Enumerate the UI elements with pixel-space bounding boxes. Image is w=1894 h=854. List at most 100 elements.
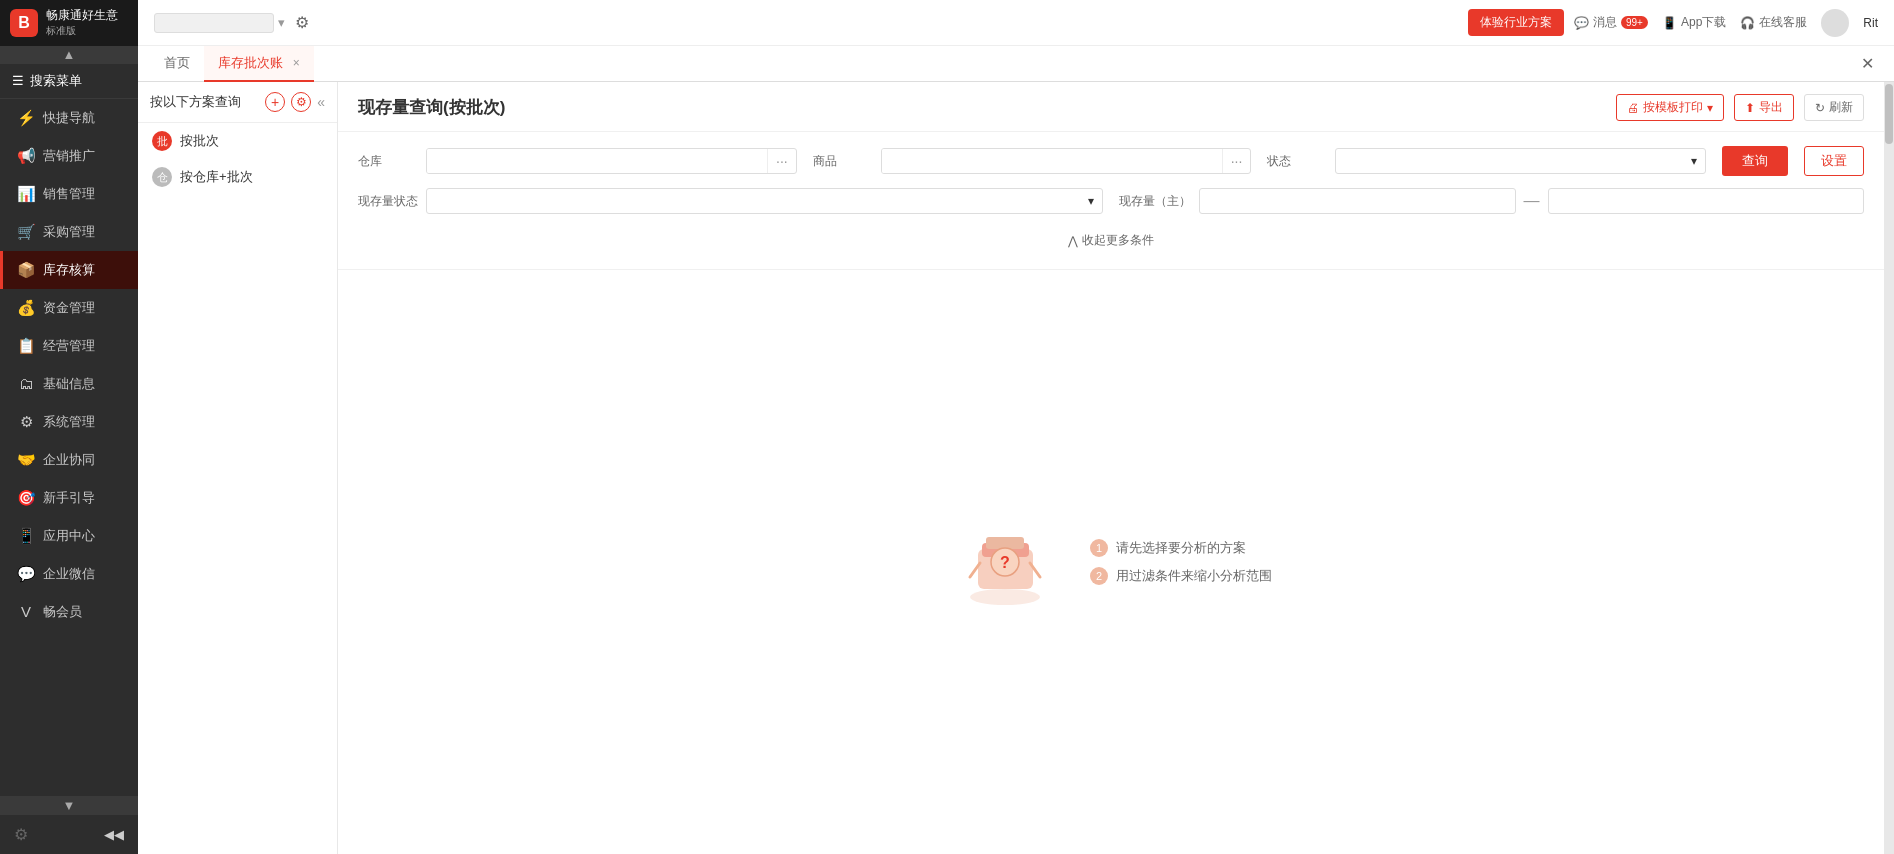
search-icon: ☰ <box>12 73 24 88</box>
sidebar-item-marketing[interactable]: 📢 营销推广 <box>0 137 138 175</box>
plus-icon: + <box>271 95 279 109</box>
main-content: 现存量查询(按批次) 🖨 按模板打印 ▾ ⬆ 导出 ↻ 刷新 <box>338 82 1884 854</box>
page-title: 现存量查询(按批次) <box>358 96 505 119</box>
collapse-conditions-button[interactable]: ⋀ 收起更多条件 <box>358 226 1864 255</box>
tab-close-icon[interactable]: × <box>293 56 300 70</box>
query-button[interactable]: 查询 <box>1722 146 1788 176</box>
messages-group[interactable]: 💬 消息 99+ <box>1574 14 1648 31</box>
status-label: 状态 <box>1267 153 1327 170</box>
filter-item-warehouse-batch[interactable]: 仓 按仓库+批次 <box>138 159 337 195</box>
scrollbar-thumb <box>1885 84 1893 144</box>
sidebar-item-quick-nav[interactable]: ⚡ 快捷导航 <box>0 99 138 137</box>
filter-panel-header: 按以下方案查询 + ⚙ « <box>138 82 337 123</box>
purchase-icon: 🛒 <box>17 223 35 241</box>
sidebar-scroll-down[interactable]: ▼ <box>0 796 138 814</box>
settings-button[interactable]: 设置 <box>1804 146 1864 176</box>
topbar-gear-icon[interactable]: ⚙ <box>295 13 309 32</box>
empty-tip-1: 1 请先选择要分析的方案 <box>1090 539 1272 557</box>
stock-qty-label: 现存量（主） <box>1119 193 1191 210</box>
page-close-button[interactable]: ✕ <box>1853 54 1882 73</box>
sidebar-item-label: 系统管理 <box>43 413 95 431</box>
goods-field: 商品 ··· <box>813 148 1252 174</box>
sidebar-item-operations[interactable]: 📋 经营管理 <box>0 327 138 365</box>
enterprise-icon: 🤝 <box>17 451 35 469</box>
breadcrumb-input[interactable] <box>154 13 274 33</box>
collapse-chevron-icon: ⋀ <box>1068 234 1078 248</box>
filter-item-batch[interactable]: 批 按批次 <box>138 123 337 159</box>
sales-icon: 📊 <box>17 185 35 203</box>
stock-status-field: 现存量状态 ▾ <box>358 188 1103 214</box>
collapse-conditions-label: 收起更多条件 <box>1082 232 1154 249</box>
sidebar: B 畅康通好生意 标准版 ▲ ☰ 搜索菜单 ⚡ 快捷导航 📢 营销推广 📊 销售… <box>0 0 138 854</box>
sidebar-item-inventory[interactable]: 📦 库存核算 <box>0 251 138 289</box>
marketing-icon: 📢 <box>17 147 35 165</box>
tip-num-1: 1 <box>1090 539 1108 557</box>
warehouse-input[interactable] <box>427 149 767 173</box>
goods-input[interactable] <box>882 149 1222 173</box>
page-header: 现存量查询(按批次) 🖨 按模板打印 ▾ ⬆ 导出 ↻ 刷新 <box>338 82 1884 132</box>
goods-dots[interactable]: ··· <box>1222 149 1251 173</box>
sidebar-item-system[interactable]: ⚙ 系统管理 <box>0 403 138 441</box>
filter-form: 仓库 ··· 商品 ··· 状态 <box>338 132 1884 270</box>
online-service-group[interactable]: 🎧 在线客服 <box>1740 14 1807 31</box>
tab-home[interactable]: 首页 <box>150 46 204 82</box>
print-button[interactable]: 🖨 按模板打印 ▾ <box>1616 94 1724 121</box>
app-download-group[interactable]: 📱 App下载 <box>1662 14 1726 31</box>
sidebar-item-label: 新手引导 <box>43 489 95 507</box>
export-button[interactable]: ⬆ 导出 <box>1734 94 1794 121</box>
status-select[interactable]: ▾ <box>1335 148 1706 174</box>
sidebar-item-sales[interactable]: 📊 销售管理 <box>0 175 138 213</box>
topbar-right: 💬 消息 99+ 📱 App下载 🎧 在线客服 Rit <box>1574 9 1878 37</box>
empty-tips: 1 请先选择要分析的方案 2 用过滤条件来缩小分析范围 <box>1090 539 1272 585</box>
sidebar-item-enterprise[interactable]: 🤝 企业协同 <box>0 441 138 479</box>
quick-nav-icon: ⚡ <box>17 109 35 127</box>
stock-qty-dash: — <box>1524 192 1540 210</box>
warehouse-dots[interactable]: ··· <box>767 149 796 173</box>
trial-btn[interactable]: 体验行业方案 <box>1468 9 1564 36</box>
filter-add-button[interactable]: + <box>265 92 285 112</box>
message-icon: 💬 <box>1574 16 1589 30</box>
sidebar-item-app-center[interactable]: 📱 应用中心 <box>0 517 138 555</box>
sidebar-item-newbie[interactable]: 🎯 新手引导 <box>0 479 138 517</box>
headset-icon: 🎧 <box>1740 16 1755 30</box>
filter-row-1: 仓库 ··· 商品 ··· 状态 <box>358 146 1864 176</box>
sidebar-item-purchase[interactable]: 🛒 采购管理 <box>0 213 138 251</box>
filter-collapse-button[interactable]: « <box>317 94 325 110</box>
sidebar-search[interactable]: ☰ 搜索菜单 <box>0 64 138 99</box>
tab-inventory-batch[interactable]: 库存批次账 × <box>204 46 314 82</box>
sidebar-item-basic[interactable]: 🗂 基础信息 <box>0 365 138 403</box>
sidebar-item-wechat[interactable]: 💬 企业微信 <box>0 555 138 593</box>
stock-qty-to-input[interactable] <box>1548 188 1865 214</box>
user-name: Rit <box>1863 16 1878 30</box>
vip-icon: V <box>17 603 35 621</box>
sidebar-nav: ⚡ 快捷导航 📢 营销推广 📊 销售管理 🛒 采购管理 📦 库存核算 💰 资金管… <box>0 99 138 796</box>
app-download-label: App下载 <box>1681 14 1726 31</box>
tab-inventory-batch-label: 库存批次账 <box>218 55 283 70</box>
online-service-label: 在线客服 <box>1759 14 1807 31</box>
app-logo: B <box>10 9 38 37</box>
main-area: ▾ ⚙ 体验行业方案 💬 消息 99+ 📱 App下载 🎧 在线客服 Rit <box>138 0 1894 854</box>
empty-svg: ? <box>950 507 1060 617</box>
stock-status-select[interactable]: ▾ <box>426 188 1103 214</box>
sidebar-scroll-up[interactable]: ▲ <box>0 46 138 64</box>
export-icon: ⬆ <box>1745 101 1755 115</box>
sidebar-item-finance[interactable]: 💰 资金管理 <box>0 289 138 327</box>
filter-batch-label: 按批次 <box>180 132 219 150</box>
sidebar-item-label: 应用中心 <box>43 527 95 545</box>
sidebar-collapse-icon[interactable]: ◀◀ <box>104 827 124 842</box>
filter-setting-button[interactable]: ⚙ <box>291 92 311 112</box>
refresh-button[interactable]: ↻ 刷新 <box>1804 94 1864 121</box>
warehouse-label: 仓库 <box>358 153 418 170</box>
filter-warehouse-batch-icon: 仓 <box>152 167 172 187</box>
breadcrumb: ▾ <box>154 13 285 33</box>
sidebar-item-vip[interactable]: V 畅会员 <box>0 593 138 631</box>
user-avatar[interactable] <box>1821 9 1849 37</box>
filter-panel-title: 按以下方案查询 <box>150 93 241 111</box>
sidebar-item-label: 企业协同 <box>43 451 95 469</box>
sidebar-settings-icon[interactable]: ⚙ <box>14 825 28 844</box>
app-title-group: 畅康通好生意 标准版 <box>46 8 118 38</box>
stock-qty-from-input[interactable] <box>1199 188 1516 214</box>
phone-icon: 📱 <box>1662 16 1677 30</box>
system-icon: ⚙ <box>17 413 35 431</box>
right-scrollbar[interactable] <box>1884 82 1894 854</box>
